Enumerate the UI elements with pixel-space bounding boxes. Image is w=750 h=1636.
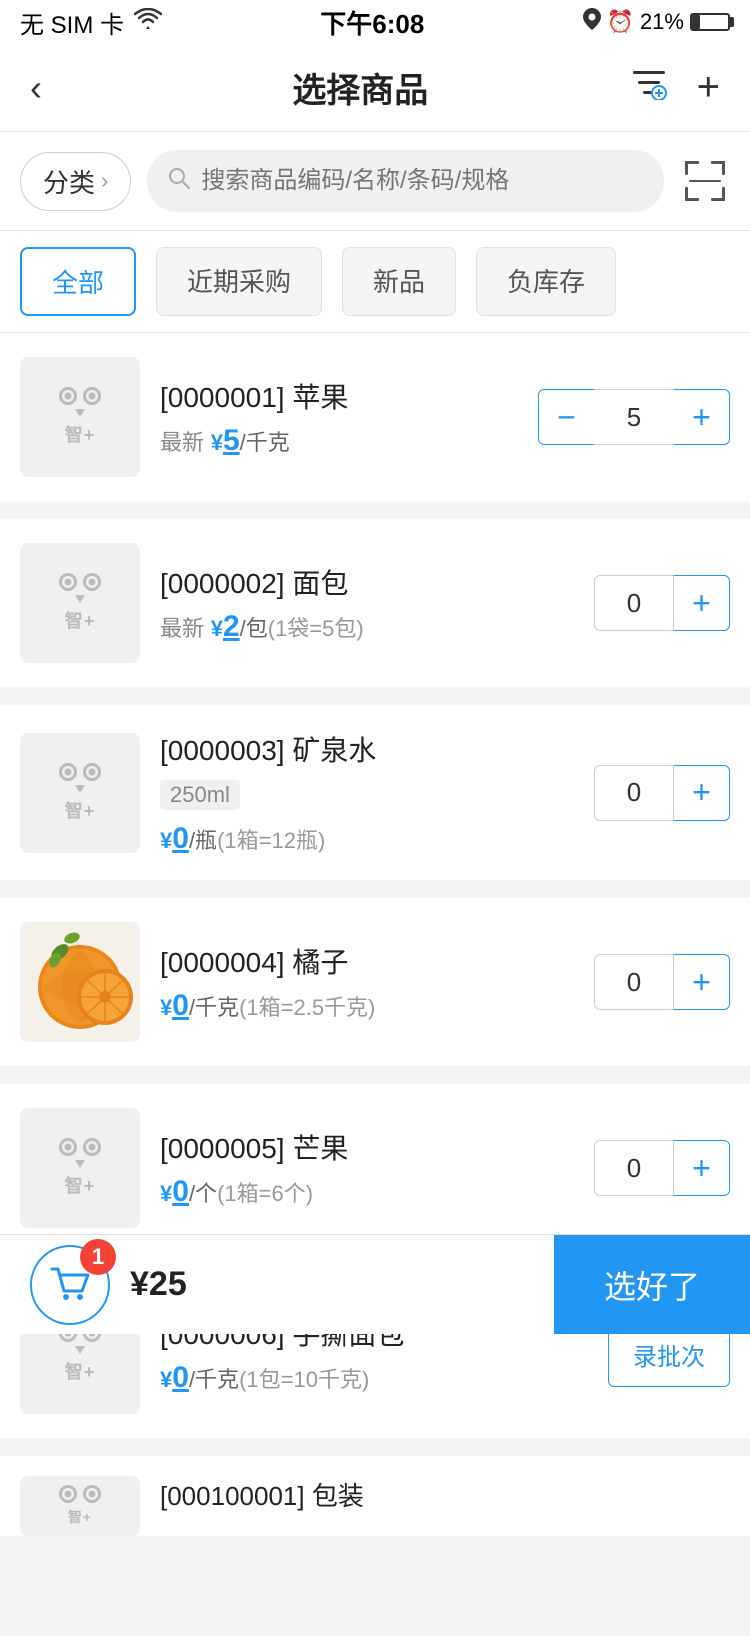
location-icon [583,8,601,36]
list-item: 智+ [000100001] 包装 [0,1456,750,1536]
wifi-icon [134,8,162,37]
filter-icon[interactable] [631,66,667,109]
product-info-p5: [0000005] 芒果 ¥0/个(1箱=6个) [160,1127,574,1209]
battery-percent: 21% [640,9,684,35]
quantity-control-p4[interactable]: + [594,954,730,1010]
cart-total: ¥25 [130,1265,187,1304]
owl-placeholder: 智+ [59,1485,101,1527]
cart-icon[interactable]: 1 [30,1245,110,1325]
product-price-p6: ¥0/千克(1包=10千克) [160,1361,588,1395]
increase-button-p5[interactable]: + [674,1140,730,1196]
quantity-input-p2[interactable] [594,575,674,631]
tab-negative[interactable]: 负库存 [476,247,616,316]
battery-icon [690,13,730,31]
page-title: 选择商品 [292,63,428,112]
confirm-button[interactable]: 选好了 [554,1235,750,1334]
product-info-p3: [0000003] 矿泉水 250ml ¥0/瓶(1箱=12瓶) [160,729,574,856]
product-image-p7: 智+ [20,1476,140,1536]
quantity-control-p2[interactable]: + [594,575,730,631]
product-name-p3: [0000003] 矿泉水 [160,729,574,769]
search-input[interactable] [201,167,644,195]
product-name-p2: [0000002] 面包 [160,562,574,602]
navbar: ‹ 选择商品 + [0,44,750,132]
quantity-input-p5[interactable] [594,1140,674,1196]
increase-button-p3[interactable]: + [674,765,730,821]
owl-placeholder: 智+ [59,573,101,633]
cart-badge: 1 [80,1239,116,1275]
product-info-p1: [0000001] 苹果 最新 ¥5/千克 [160,376,518,458]
search-box[interactable] [147,150,664,212]
product-image-p3: 智+ [20,733,140,853]
owl-placeholder: 智+ [59,763,101,823]
quantity-control-p1[interactable]: − + [538,389,730,445]
quantity-input-p1[interactable] [594,389,674,445]
increase-button-p4[interactable]: + [674,954,730,1010]
quantity-control-p3[interactable]: + [594,765,730,821]
product-image-p2: 智+ [20,543,140,663]
quantity-input-p4[interactable] [594,954,674,1010]
bottom-bar: 1 ¥25 选好了 [0,1234,750,1334]
list-item: 智+ [0000003] 矿泉水 250ml ¥0/瓶(1箱=12瓶) + [0,705,750,880]
product-image-p4 [20,922,140,1042]
product-info-p2: [0000002] 面包 最新 ¥2/包(1袋=5包) [160,562,574,644]
cart-section: 1 ¥25 [0,1245,554,1325]
tab-recent[interactable]: 近期采购 [156,247,322,316]
product-image-p5: 智+ [20,1108,140,1228]
nav-actions: + [631,65,720,110]
tab-new[interactable]: 新品 [342,247,456,316]
quantity-input-p3[interactable] [594,765,674,821]
product-info-p4: [0000004] 橘子 ¥0/千克(1箱=2.5千克) [160,941,574,1023]
increase-button-p2[interactable]: + [674,575,730,631]
time-display: 下午6:08 [320,4,424,41]
category-button[interactable]: 分类 › [20,152,131,211]
product-spec-p3: 250ml [160,780,240,810]
product-info-p7: [000100001] 包装 [160,1476,730,1521]
status-right: ⏰ 21% [583,8,730,36]
product-name-p7: [000100001] 包装 [160,1476,730,1513]
search-icon [167,165,191,197]
product-price-p4: ¥0/千克(1箱=2.5千克) [160,989,574,1023]
status-left: 无 SIM 卡 [20,5,162,40]
list-item: [0000004] 橘子 ¥0/千克(1箱=2.5千克) + [0,898,750,1066]
product-image-p1: 智+ [20,357,140,477]
status-bar: 无 SIM 卡 下午6:08 ⏰ 21% [0,0,750,44]
quantity-control-p5[interactable]: + [594,1140,730,1196]
scan-button[interactable] [680,156,730,206]
owl-placeholder: 智+ [59,1138,101,1198]
back-button[interactable]: ‹ [30,67,90,109]
product-price-p5: ¥0/个(1箱=6个) [160,1175,574,1209]
product-price-p2: 最新 ¥2/包(1袋=5包) [160,610,574,644]
increase-button-p1[interactable]: + [674,389,730,445]
product-price-p3: ¥0/瓶(1箱=12瓶) [160,822,574,856]
list-item: 智+ [0000001] 苹果 最新 ¥5/千克 − + [0,333,750,501]
carrier-label: 无 SIM 卡 [20,5,124,40]
product-price-p1: 最新 ¥5/千克 [160,424,518,458]
tab-all[interactable]: 全部 [20,247,136,316]
product-name-p5: [0000005] 芒果 [160,1127,574,1167]
chevron-right-icon: › [101,168,108,194]
product-name-p4: [0000004] 橘子 [160,941,574,981]
owl-placeholder: 智+ [59,387,101,447]
category-label: 分类 [43,163,95,200]
product-name-p1: [0000001] 苹果 [160,376,518,416]
list-item: 智+ [0000005] 芒果 ¥0/个(1箱=6个) + [0,1084,750,1252]
tabs-row: 全部 近期采购 新品 负库存 [0,231,750,333]
alarm-icon: ⏰ [607,9,634,35]
filter-row: 分类 › [0,132,750,231]
list-item: 智+ [0000002] 面包 最新 ¥2/包(1袋=5包) + [0,519,750,687]
add-button[interactable]: + [697,65,720,110]
product-list: 智+ [0000001] 苹果 最新 ¥5/千克 − + [0,333,750,1636]
decrease-button-p1[interactable]: − [538,389,594,445]
